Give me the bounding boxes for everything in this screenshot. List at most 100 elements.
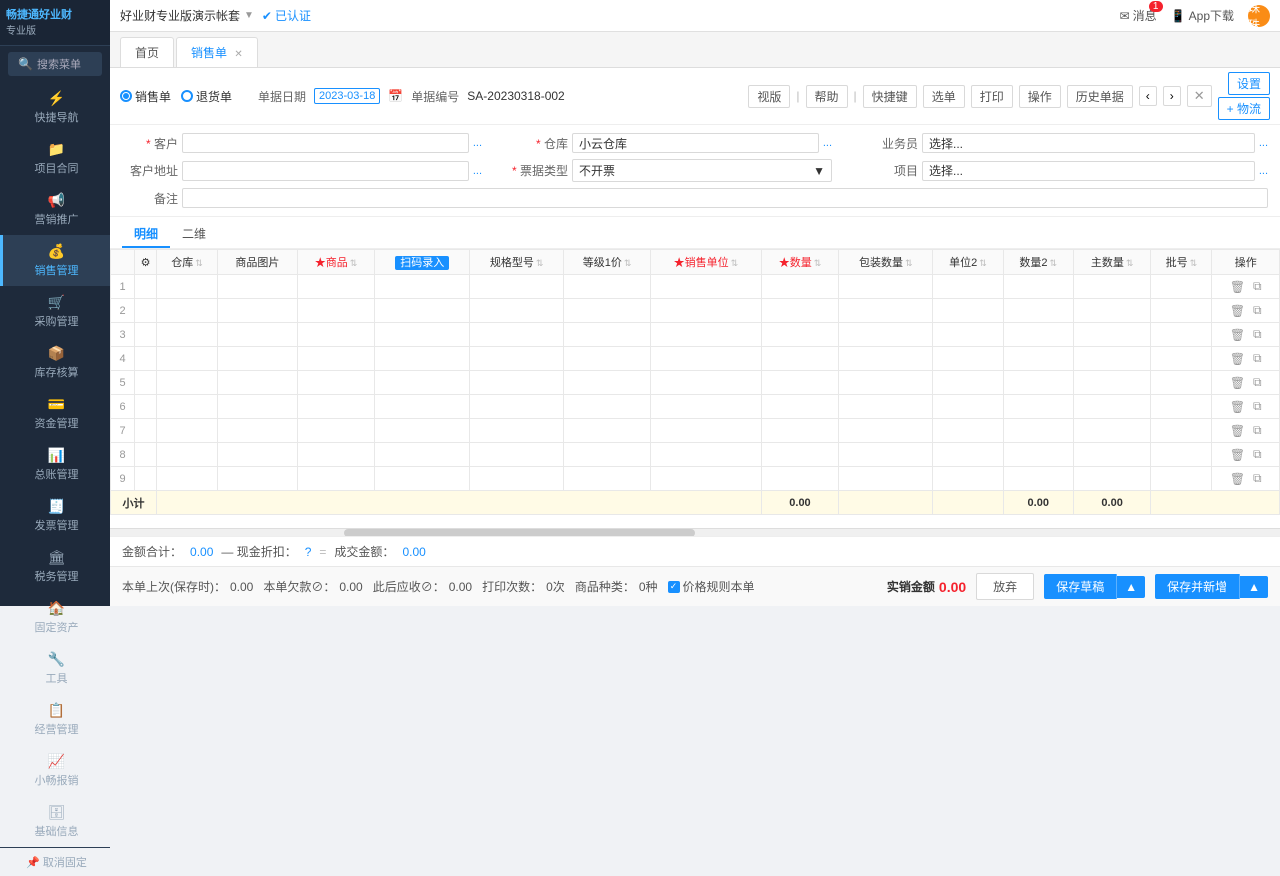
company-selector[interactable]: 好业财专业版演示帐套 ▼ (120, 7, 254, 24)
row-unit2-4[interactable] (933, 347, 1003, 371)
row-warehouse-4[interactable] (157, 347, 218, 371)
row-grade1price-1[interactable] (564, 275, 651, 299)
row-goods-8[interactable] (297, 443, 375, 467)
row-goods-9[interactable] (297, 467, 375, 491)
row-qty-4[interactable] (761, 347, 839, 371)
row-goods-4[interactable] (297, 347, 375, 371)
row-unit-4[interactable] (651, 347, 762, 371)
customer-link[interactable]: ... (473, 137, 482, 149)
help-btn[interactable]: 帮助 (806, 85, 848, 108)
row-batchimport-1[interactable] (375, 275, 470, 299)
sidebar-item-ops[interactable]: 📋 经营管理 (0, 694, 110, 745)
row-main-qty-3[interactable] (1073, 323, 1151, 347)
row-unit-5[interactable] (651, 371, 762, 395)
row-batch-2[interactable] (1151, 299, 1212, 323)
row-batch-4[interactable] (1151, 347, 1212, 371)
customer-input[interactable] (182, 133, 469, 153)
sidebar-item-tax[interactable]: 🏛 税务管理 (0, 541, 110, 592)
row-batch-3[interactable] (1151, 323, 1212, 347)
col-unit[interactable]: ★销售单位⇅ (651, 250, 762, 275)
app-download-btn[interactable]: 📱 App下载 (1171, 7, 1234, 24)
save-new-dropdown-btn[interactable]: ▲ (1240, 576, 1268, 598)
sidebar-item-inventory[interactable]: 📦 库存核算 (0, 337, 110, 388)
tab-detail[interactable]: 明细 (122, 221, 170, 248)
sidebar-item-account[interactable]: 📊 总账管理 (0, 439, 110, 490)
row-copy-6[interactable]: ⧉ (1251, 398, 1264, 415)
remark-input[interactable] (182, 188, 1268, 208)
row-warehouse-6[interactable] (157, 395, 218, 419)
row-batchimport-4[interactable] (375, 347, 470, 371)
row-copy-3[interactable]: ⧉ (1251, 326, 1264, 343)
row-pack-qty-4[interactable] (839, 347, 933, 371)
salesperson-link[interactable]: ... (1259, 137, 1268, 149)
col-unit2[interactable]: 单位2⇅ (933, 250, 1003, 275)
row-delete-3[interactable]: 🗑 (1228, 327, 1247, 343)
setup-btn[interactable]: 设置 (1228, 72, 1270, 95)
row-copy-8[interactable]: ⧉ (1251, 446, 1264, 463)
save-draft-btn[interactable]: 保存草稿 (1044, 574, 1117, 599)
row-copy-7[interactable]: ⧉ (1251, 422, 1264, 439)
message-btn[interactable]: ✉ 消息 1 (1120, 7, 1157, 24)
row-batch-6[interactable] (1151, 395, 1212, 419)
col-image[interactable]: 商品图片 (218, 250, 298, 275)
row-pack-qty-9[interactable] (839, 467, 933, 491)
row-main-qty-9[interactable] (1073, 467, 1151, 491)
row-unit-7[interactable] (651, 419, 762, 443)
radio-sales[interactable]: 销售单 (120, 88, 171, 105)
row-main-qty-6[interactable] (1073, 395, 1151, 419)
row-main-qty-8[interactable] (1073, 443, 1151, 467)
project-input[interactable] (922, 161, 1255, 181)
row-delete-2[interactable]: 🗑 (1228, 303, 1247, 319)
row-delete-8[interactable]: 🗑 (1228, 447, 1247, 463)
row-delete-7[interactable]: 🗑 (1228, 423, 1247, 439)
row-delete-6[interactable]: 🗑 (1228, 399, 1247, 415)
row-batch-5[interactable] (1151, 371, 1212, 395)
history-btn[interactable]: 历史单据 (1067, 85, 1133, 108)
col-gear[interactable]: ⚙ (135, 250, 157, 275)
row-spec-6[interactable] (470, 395, 564, 419)
row-spec-5[interactable] (470, 371, 564, 395)
col-qty2[interactable]: 数量2⇅ (1003, 250, 1073, 275)
save-draft-dropdown-btn[interactable]: ▲ (1117, 576, 1145, 598)
row-unit-2[interactable] (651, 299, 762, 323)
col-qty[interactable]: ★数量⇅ (761, 250, 839, 275)
row-batch-7[interactable] (1151, 419, 1212, 443)
row-main-qty-2[interactable] (1073, 299, 1151, 323)
row-qty2-3[interactable] (1003, 323, 1073, 347)
add-logistics-btn[interactable]: + 物流 (1218, 97, 1270, 120)
row-unit2-6[interactable] (933, 395, 1003, 419)
row-warehouse-8[interactable] (157, 443, 218, 467)
row-pack-qty-1[interactable] (839, 275, 933, 299)
shortcut-btn[interactable]: 快捷键 (863, 85, 917, 108)
price-checkbox[interactable]: 价格规则本单 (668, 578, 755, 595)
row-copy-9[interactable]: ⧉ (1251, 470, 1264, 487)
col-pack-qty[interactable]: 包装数量⇅ (839, 250, 933, 275)
row-spec-8[interactable] (470, 443, 564, 467)
tab-home[interactable]: 首页 (120, 37, 174, 67)
row-qty2-1[interactable] (1003, 275, 1073, 299)
row-qty2-4[interactable] (1003, 347, 1073, 371)
row-unit2-8[interactable] (933, 443, 1003, 467)
col-warehouse[interactable]: 仓库⇅ (157, 250, 218, 275)
row-goods-6[interactable] (297, 395, 375, 419)
row-batch-1[interactable] (1151, 275, 1212, 299)
row-qty2-2[interactable] (1003, 299, 1073, 323)
row-batchimport-9[interactable] (375, 467, 470, 491)
row-batchimport-5[interactable] (375, 371, 470, 395)
row-main-qty-7[interactable] (1073, 419, 1151, 443)
row-goods-1[interactable] (297, 275, 375, 299)
row-unit2-9[interactable] (933, 467, 1003, 491)
radio-return[interactable]: 退货单 (181, 88, 232, 105)
row-unit-1[interactable] (651, 275, 762, 299)
row-spec-9[interactable] (470, 467, 564, 491)
row-grade1price-8[interactable] (564, 443, 651, 467)
abandon-btn[interactable]: 放弃 (976, 573, 1034, 600)
sidebar-item-marketing[interactable]: 📢 营销推广 (0, 184, 110, 235)
sidebar-item-basic[interactable]: 🗄 基础信息 (0, 796, 110, 847)
col-batch[interactable]: 批号⇅ (1151, 250, 1212, 275)
warehouse-input[interactable] (572, 133, 819, 153)
select-btn[interactable]: 选单 (923, 85, 965, 108)
project-link[interactable]: ... (1259, 165, 1268, 177)
invoice-select[interactable]: 不开票 ▼ (572, 159, 832, 182)
row-grade1price-9[interactable] (564, 467, 651, 491)
